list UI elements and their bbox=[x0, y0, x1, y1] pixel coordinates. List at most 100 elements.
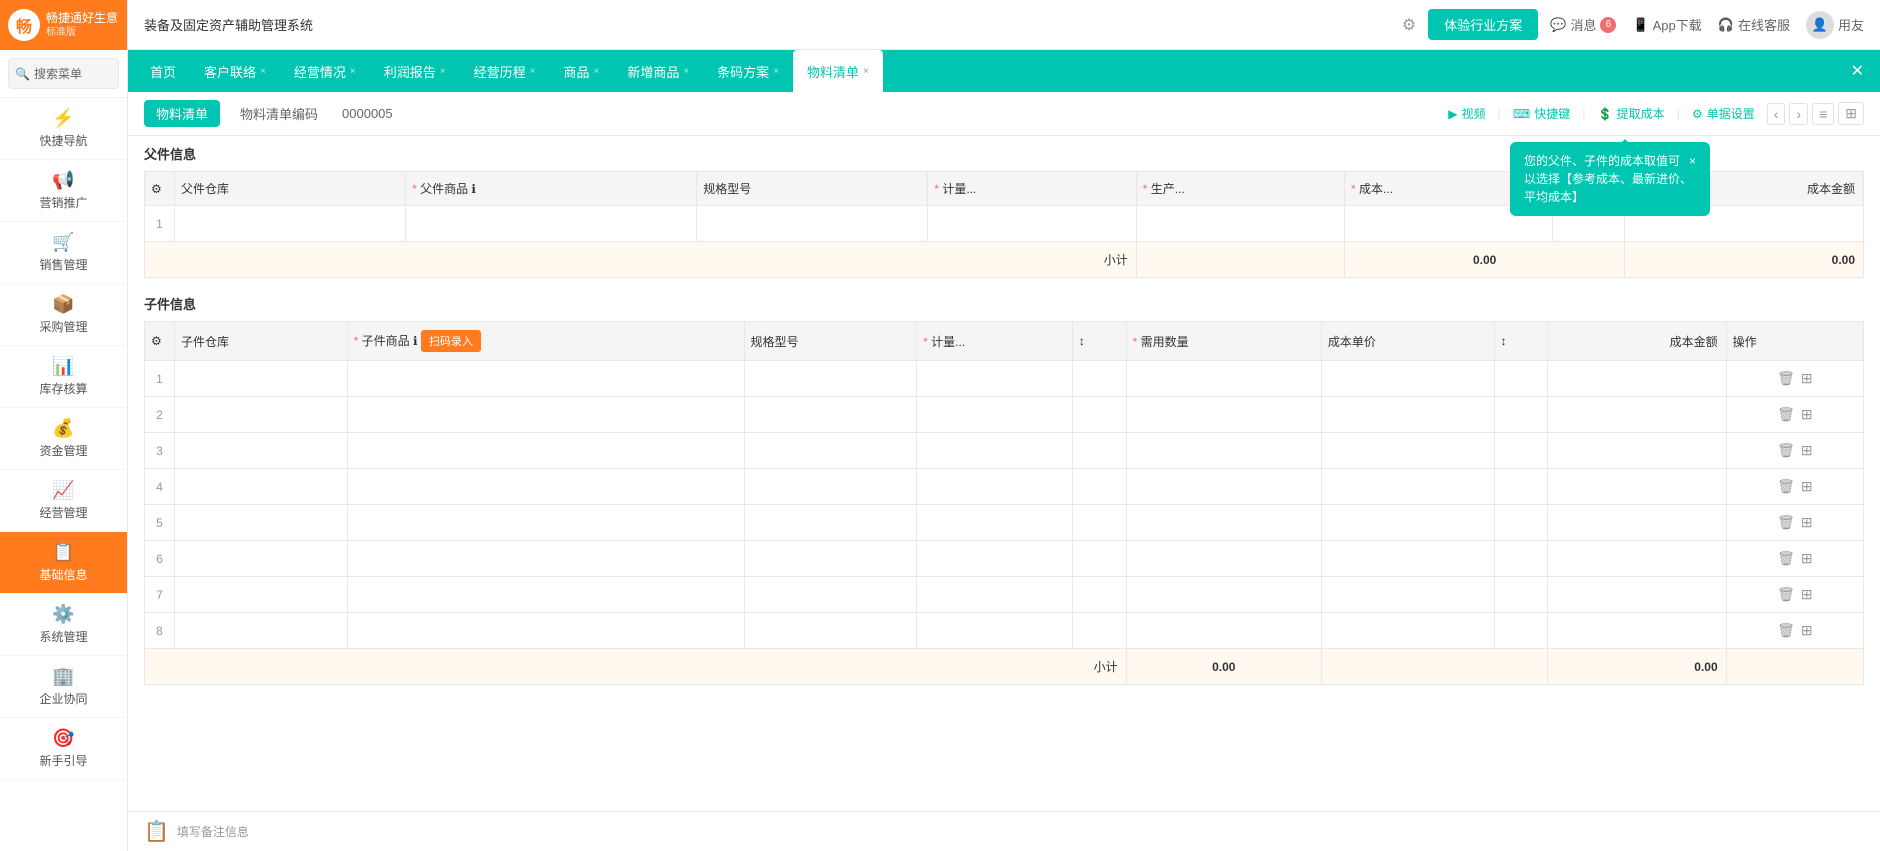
sidebar-item-purchase[interactable]: 📦 采购管理 bbox=[0, 284, 127, 346]
sidebar-item-quick-nav[interactable]: ⚡ 快捷导航 bbox=[0, 98, 127, 160]
parent-warehouse-cell[interactable] bbox=[175, 206, 406, 242]
child-qty-1[interactable] bbox=[1126, 361, 1321, 397]
tab-close-7[interactable]: × bbox=[773, 66, 779, 77]
th-settings[interactable]: ⚙ bbox=[145, 172, 175, 206]
child-warehouse-5[interactable] bbox=[175, 505, 348, 541]
parent-product-cell[interactable] bbox=[406, 206, 697, 242]
child-warehouse-2[interactable] bbox=[175, 397, 348, 433]
child-product-8[interactable] bbox=[347, 613, 744, 649]
child-unit-cost-5[interactable] bbox=[1321, 505, 1494, 541]
copy-icon-3[interactable]: ⊞ bbox=[1801, 442, 1813, 459]
copy-icon-1[interactable]: ⊞ bbox=[1801, 370, 1813, 387]
content-scroll[interactable]: 父件信息 ⚙ 父件仓库 * 父件商品 ℹ 规格型号 * 计量... * 生产..… bbox=[128, 136, 1880, 811]
copy-icon-7[interactable]: ⊞ bbox=[1801, 586, 1813, 603]
nav-tab-2[interactable]: 经营情况 × bbox=[280, 50, 370, 92]
delete-icon-1[interactable]: 🗑 bbox=[1777, 370, 1795, 387]
child-spec-2[interactable] bbox=[744, 397, 917, 433]
child-spec-7[interactable] bbox=[744, 577, 917, 613]
child-unit-8[interactable] bbox=[917, 613, 1073, 649]
sidebar-item-inventory[interactable]: 📊 库存核算 bbox=[0, 346, 127, 408]
child-spec-8[interactable] bbox=[744, 613, 917, 649]
scan-input-button[interactable]: 扫码录入 bbox=[421, 330, 481, 352]
copy-icon-6[interactable]: ⊞ bbox=[1801, 550, 1813, 567]
tooltip-close-button[interactable]: × bbox=[1689, 152, 1696, 170]
delete-icon-2[interactable]: 🗑 bbox=[1777, 406, 1795, 423]
child-warehouse-1[interactable] bbox=[175, 361, 348, 397]
delete-icon-3[interactable]: 🗑 bbox=[1777, 442, 1795, 459]
delete-icon-5[interactable]: 🗑 bbox=[1777, 514, 1795, 531]
sub-tab-code[interactable]: 物料清单编码 bbox=[228, 100, 330, 127]
menu-arrow[interactable]: ≡ bbox=[1812, 103, 1834, 125]
child-qty-5[interactable] bbox=[1126, 505, 1321, 541]
bottom-text[interactable]: 填写备注信息 bbox=[177, 823, 249, 840]
shortcut-button[interactable]: ⌨ 快捷键 bbox=[1513, 105, 1570, 122]
message-button[interactable]: 💬 消息 6 bbox=[1550, 15, 1616, 34]
trial-button[interactable]: 体验行业方案 bbox=[1428, 9, 1538, 40]
parent-spec-cell[interactable] bbox=[697, 206, 928, 242]
tab-close-6[interactable]: × bbox=[683, 66, 689, 77]
nav-tab-4[interactable]: 经营历程 × bbox=[460, 50, 550, 92]
search-menu-button[interactable]: 🔍 搜索菜单 bbox=[8, 58, 119, 89]
child-product-6[interactable] bbox=[347, 541, 744, 577]
sidebar-item-system[interactable]: ⚙️ 系统管理 bbox=[0, 594, 127, 656]
tab-close-1[interactable]: × bbox=[260, 66, 266, 77]
tab-close-4[interactable]: × bbox=[530, 66, 536, 77]
delete-icon-7[interactable]: 🗑 bbox=[1777, 586, 1795, 603]
child-spec-4[interactable] bbox=[744, 469, 917, 505]
bill-settings-button[interactable]: ⚙ 单据设置 bbox=[1692, 105, 1755, 122]
child-unit-cost-6[interactable] bbox=[1321, 541, 1494, 577]
child-unit-cost-8[interactable] bbox=[1321, 613, 1494, 649]
delete-icon-6[interactable]: 🗑 bbox=[1777, 550, 1795, 567]
copy-icon-8[interactable]: ⊞ bbox=[1801, 622, 1813, 639]
view-video-button[interactable]: ▶ 视频 bbox=[1448, 105, 1485, 122]
tab-close-3[interactable]: × bbox=[440, 66, 446, 77]
child-warehouse-7[interactable] bbox=[175, 577, 348, 613]
child-warehouse-4[interactable] bbox=[175, 469, 348, 505]
child-th-settings[interactable]: ⚙ bbox=[145, 322, 175, 361]
app-download-button[interactable]: 📱 App下载 bbox=[1632, 15, 1701, 34]
child-unit-cost-3[interactable] bbox=[1321, 433, 1494, 469]
child-unit-6[interactable] bbox=[917, 541, 1073, 577]
parent-unit-cell[interactable] bbox=[928, 206, 1136, 242]
delete-icon-4[interactable]: 🗑 bbox=[1777, 478, 1795, 495]
child-unit-7[interactable] bbox=[917, 577, 1073, 613]
nav-tab-6[interactable]: 新增商品 × bbox=[613, 50, 703, 92]
child-spec-3[interactable] bbox=[744, 433, 917, 469]
prev-arrow[interactable]: ‹ bbox=[1767, 103, 1786, 125]
nav-tab-5[interactable]: 商品 × bbox=[549, 50, 613, 92]
child-product-4[interactable] bbox=[347, 469, 744, 505]
extract-cost-button[interactable]: 💲 提取成本 bbox=[1598, 105, 1665, 122]
sidebar-item-enterprise[interactable]: 🏢 企业协同 bbox=[0, 656, 127, 718]
sidebar-item-guide[interactable]: 🎯 新手引导 bbox=[0, 718, 127, 780]
tab-close-8[interactable]: × bbox=[863, 66, 869, 77]
child-product-7[interactable] bbox=[347, 577, 744, 613]
child-warehouse-3[interactable] bbox=[175, 433, 348, 469]
child-qty-6[interactable] bbox=[1126, 541, 1321, 577]
nav-tab-0[interactable]: 首页 bbox=[136, 50, 190, 92]
settings-icon[interactable]: ⚙ bbox=[1402, 15, 1416, 35]
tab-close-2[interactable]: × bbox=[350, 66, 356, 77]
child-unit-5[interactable] bbox=[917, 505, 1073, 541]
child-spec-6[interactable] bbox=[744, 541, 917, 577]
child-product-2[interactable] bbox=[347, 397, 744, 433]
nav-tab-1[interactable]: 客户联络 × bbox=[190, 50, 280, 92]
child-unit-cost-7[interactable] bbox=[1321, 577, 1494, 613]
copy-icon-4[interactable]: ⊞ bbox=[1801, 478, 1813, 495]
child-spec-5[interactable] bbox=[744, 505, 917, 541]
nav-tab-7[interactable]: 条码方案 × bbox=[703, 50, 793, 92]
parent-produce-cell[interactable] bbox=[1136, 206, 1344, 242]
close-all-tabs-button[interactable]: ✕ bbox=[1843, 61, 1872, 81]
child-unit-cost-4[interactable] bbox=[1321, 469, 1494, 505]
sidebar-item-operations[interactable]: 📈 经营管理 bbox=[0, 470, 127, 532]
child-unit-2[interactable] bbox=[917, 397, 1073, 433]
child-warehouse-6[interactable] bbox=[175, 541, 348, 577]
child-qty-2[interactable] bbox=[1126, 397, 1321, 433]
sidebar-item-finance[interactable]: 💰 资金管理 bbox=[0, 408, 127, 470]
child-spec-1[interactable] bbox=[744, 361, 917, 397]
expand-icon[interactable]: ⊞ bbox=[1838, 102, 1864, 125]
child-warehouse-8[interactable] bbox=[175, 613, 348, 649]
child-product-1[interactable] bbox=[347, 361, 744, 397]
delete-icon-8[interactable]: 🗑 bbox=[1777, 622, 1795, 639]
child-qty-4[interactable] bbox=[1126, 469, 1321, 505]
child-unit-4[interactable] bbox=[917, 469, 1073, 505]
